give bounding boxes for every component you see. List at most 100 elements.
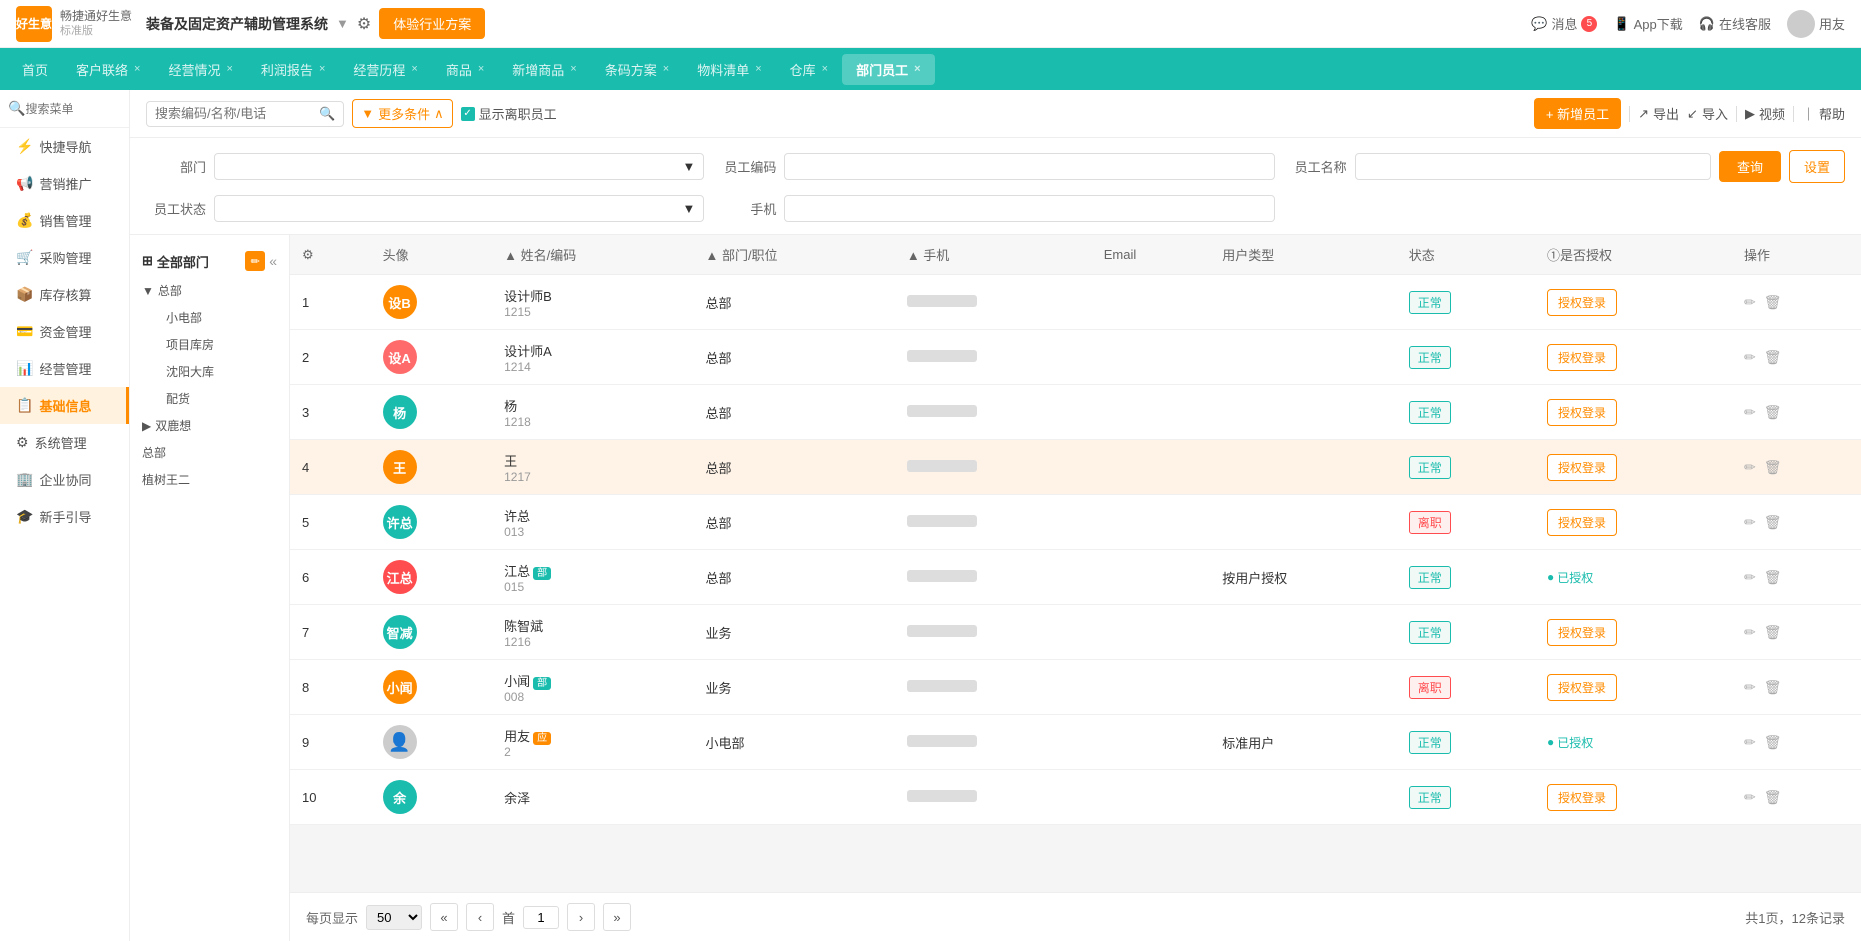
close-tab-icon[interactable]: ×	[570, 63, 576, 75]
nav-tab-物料清单[interactable]: 物料清单×	[683, 54, 775, 85]
delete-icon[interactable]: 🗑	[1764, 294, 1782, 311]
edit-icon[interactable]: ✏	[1744, 459, 1756, 476]
sidebar-item-operation[interactable]: 📊经营管理	[0, 350, 129, 387]
nav-tab-仓库[interactable]: 仓库×	[776, 54, 842, 85]
prev-page-button[interactable]: ‹	[466, 903, 494, 931]
dept-node-shuanglu[interactable]: ▶ 双鹿想	[130, 412, 289, 439]
page-number-input[interactable]	[523, 906, 559, 929]
dept-collapse-button[interactable]: «	[269, 253, 277, 269]
sidebar-search-input[interactable]	[25, 102, 130, 116]
delete-icon[interactable]: 🗑	[1764, 514, 1782, 531]
emp-status-select[interactable]: ▼	[214, 195, 704, 222]
sidebar-item-finance[interactable]: 💳资金管理	[0, 313, 129, 350]
delete-icon[interactable]: 🗑	[1764, 679, 1782, 696]
edit-icon[interactable]: ✏	[1744, 789, 1756, 806]
close-tab-icon[interactable]: ×	[411, 63, 417, 75]
dept-node-xiaodianbu[interactable]: 小电部	[142, 304, 289, 331]
sidebar-item-system[interactable]: ⚙系统管理	[0, 424, 129, 461]
delete-icon[interactable]: 🗑	[1764, 569, 1782, 586]
sidebar-item-inventory[interactable]: 📦库存核算	[0, 276, 129, 313]
close-tab-icon[interactable]: ×	[478, 63, 484, 75]
auth-login-button[interactable]: 授权登录	[1547, 619, 1617, 646]
phone-input[interactable]	[784, 195, 1274, 222]
close-tab-icon[interactable]: ×	[755, 63, 761, 75]
delete-icon[interactable]: 🗑	[1764, 349, 1782, 366]
dept-node-peihuo[interactable]: 配货	[142, 385, 289, 412]
message-button[interactable]: 💬 消息 5	[1531, 14, 1597, 33]
user-menu[interactable]: 用友	[1787, 10, 1845, 38]
more-filter-button[interactable]: ▼ 更多条件 ∧	[352, 99, 452, 128]
query-button[interactable]: 查询	[1719, 151, 1781, 182]
nav-tab-条码方案[interactable]: 条码方案×	[591, 54, 683, 85]
app-download-button[interactable]: 📱 App下载	[1613, 14, 1682, 33]
nav-tab-客户联络[interactable]: 客户联络×	[62, 54, 154, 85]
import-button[interactable]: ↙ 导入	[1687, 104, 1728, 123]
delete-icon[interactable]: 🗑	[1764, 734, 1782, 751]
export-button[interactable]: ↗ 导出	[1638, 104, 1679, 123]
trial-button[interactable]: 体验行业方案	[379, 8, 485, 39]
view-button[interactable]: ▶ 视频	[1745, 104, 1785, 123]
col-phone[interactable]: ▲ 手机	[895, 235, 1092, 275]
delete-icon[interactable]: 🗑	[1764, 404, 1782, 421]
close-tab-icon[interactable]: ×	[226, 63, 232, 75]
edit-icon[interactable]: ✏	[1744, 569, 1756, 586]
nav-tab-经营历程[interactable]: 经营历程×	[339, 54, 431, 85]
close-tab-icon[interactable]: ×	[319, 63, 325, 75]
set-button[interactable]: 设置	[1789, 150, 1845, 183]
edit-icon[interactable]: ✏	[1744, 349, 1756, 366]
sidebar-item-basic[interactable]: 📋基础信息	[0, 387, 129, 424]
sidebar-item-purchase[interactable]: 🛒采购管理	[0, 239, 129, 276]
dept-node-shenyangdaku[interactable]: 沈阳大库	[142, 358, 289, 385]
search-input[interactable]	[155, 106, 315, 121]
sidebar-item-sales[interactable]: 💰销售管理	[0, 202, 129, 239]
auth-login-button[interactable]: 授权登录	[1547, 454, 1617, 481]
emp-code-input[interactable]	[784, 153, 1274, 180]
auth-login-button[interactable]: 授权登录	[1547, 509, 1617, 536]
dept-select[interactable]: ▼	[214, 153, 704, 180]
edit-icon[interactable]: ✏	[1744, 294, 1756, 311]
auth-login-button[interactable]: 授权登录	[1547, 289, 1617, 316]
edit-icon[interactable]: ✏	[1744, 679, 1756, 696]
next-page-button[interactable]: ›	[567, 903, 595, 931]
help-button[interactable]: ｜ 帮助	[1802, 104, 1845, 123]
edit-icon[interactable]: ✏	[1744, 734, 1756, 751]
sidebar-item-corp[interactable]: 🏢企业协同	[0, 461, 129, 498]
close-tab-icon[interactable]: ×	[822, 63, 828, 75]
auth-login-button[interactable]: 授权登录	[1547, 344, 1617, 371]
dept-node-zongbu2[interactable]: 总部	[130, 439, 289, 466]
nav-tab-利润报告[interactable]: 利润报告×	[247, 54, 339, 85]
dept-node-xiangmukufang[interactable]: 项目库房	[142, 331, 289, 358]
last-page-button[interactable]: »	[603, 903, 631, 931]
nav-tab-首页[interactable]: 首页	[8, 54, 62, 85]
auth-login-button[interactable]: 授权登录	[1547, 784, 1617, 811]
col-name-code[interactable]: ▲ 姓名/编码	[492, 235, 693, 275]
edit-icon[interactable]: ✏	[1744, 514, 1756, 531]
delete-icon[interactable]: 🗑	[1764, 459, 1782, 476]
sidebar-item-marketing[interactable]: 📢营销推广	[0, 165, 129, 202]
auth-login-button[interactable]: 授权登录	[1547, 674, 1617, 701]
nav-tab-商品[interactable]: 商品×	[432, 54, 498, 85]
col-dept-pos[interactable]: ▲ 部门/职位	[693, 235, 894, 275]
sidebar-item-shortcut[interactable]: ⚡快捷导航	[0, 128, 129, 165]
edit-icon[interactable]: ✏	[1744, 624, 1756, 641]
sidebar-item-guide[interactable]: 🎓新手引导	[0, 498, 129, 535]
close-tab-icon[interactable]: ×	[134, 63, 140, 75]
add-employee-button[interactable]: + 新增员工	[1534, 98, 1621, 129]
delete-icon[interactable]: 🗑	[1764, 624, 1782, 641]
settings-icon[interactable]: ⚙	[357, 14, 371, 34]
nav-tab-经营情况[interactable]: 经营情况×	[154, 54, 246, 85]
dept-edit-button[interactable]: ✏	[245, 251, 265, 271]
nav-tab-新增商品[interactable]: 新增商品×	[498, 54, 590, 85]
emp-name-input[interactable]	[1355, 153, 1711, 180]
close-tab-icon[interactable]: ×	[914, 63, 920, 75]
show-resigned-toggle[interactable]: ✓ 显示离职员工	[461, 104, 557, 123]
delete-icon[interactable]: 🗑	[1764, 789, 1782, 806]
first-page-button[interactable]: «	[430, 903, 458, 931]
close-tab-icon[interactable]: ×	[663, 63, 669, 75]
dept-node-zhishuwang[interactable]: 植树王二	[130, 466, 289, 493]
per-page-select[interactable]: 50 20 100	[366, 905, 422, 930]
online-service-button[interactable]: 🎧 在线客服	[1699, 14, 1771, 33]
col-settings[interactable]: ⚙	[290, 235, 371, 275]
dept-node-zongbu[interactable]: ▼ 总部	[130, 277, 289, 304]
edit-icon[interactable]: ✏	[1744, 404, 1756, 421]
